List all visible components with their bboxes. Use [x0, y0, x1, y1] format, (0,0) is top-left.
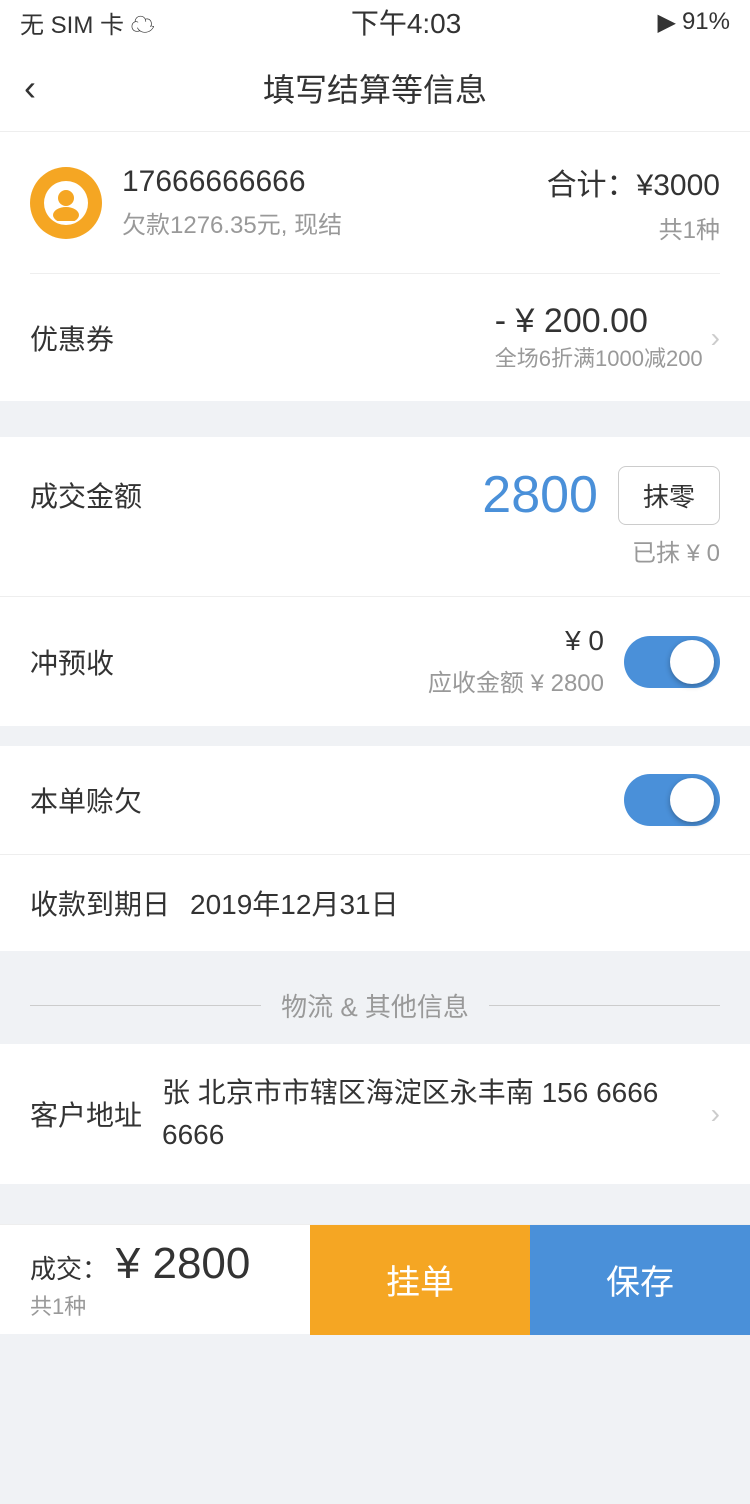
- amount-value: 2800: [482, 465, 598, 525]
- save-button[interactable]: 保存: [530, 1225, 750, 1335]
- prepay-right: ¥ 0 应收金额 ¥ 2800: [428, 625, 720, 698]
- amount-right: 2800 抹零: [482, 465, 720, 525]
- bad-debt-row: 本单赊欠: [0, 746, 750, 854]
- due-date-row: 收款到期日 2019年12月31日: [0, 854, 750, 951]
- prepay-values: ¥ 0 应收金额 ¥ 2800: [428, 625, 604, 698]
- logistics-divider: 物流 & 其他信息: [0, 967, 750, 1044]
- address-chevron-icon: ›: [711, 1098, 720, 1130]
- amount-row: 成交金额 2800 抹零: [30, 465, 720, 525]
- bottom-bar: 成交： ¥ 2800 共1种 挂单 保存: [0, 1224, 750, 1334]
- logistics-line-left: [30, 1005, 261, 1006]
- coupon-row[interactable]: 优惠券 - ¥ 200.00 全场6折满1000减200 ›: [0, 274, 750, 401]
- total-count: 共1种: [547, 210, 720, 245]
- coupon-right: - ¥ 200.00 全场6折满1000减200 ›: [495, 302, 720, 373]
- avatar-icon: [44, 181, 88, 225]
- prepay-row: 冲预收 ¥ 0 应收金额 ¥ 2800: [0, 596, 750, 726]
- bad-debt-label: 本单赊欠: [30, 780, 142, 820]
- customer-info: 17666666666 欠款1276.35元, 现结: [122, 165, 547, 240]
- prepay-toggle[interactable]: [624, 636, 720, 688]
- status-left: 无 SIM 卡 ☁: [20, 5, 155, 40]
- customer-row: 17666666666 欠款1276.35元, 现结 合计：¥3000 共1种: [0, 132, 750, 273]
- amount-label: 成交金额: [30, 475, 142, 515]
- coupon-label: 优惠券: [30, 318, 114, 358]
- bottom-count: 共1种: [30, 1289, 280, 1321]
- hang-order-button[interactable]: 挂单: [310, 1225, 530, 1335]
- total-amount: 合计：¥3000: [547, 160, 720, 204]
- due-date-label: 收款到期日: [30, 883, 170, 923]
- customer-debt: 欠款1276.35元, 现结: [122, 205, 547, 240]
- amount-sub: 已抹 ¥ 0: [30, 533, 720, 568]
- amount-section: 成交金额 2800 抹零 已抹 ¥ 0: [0, 437, 750, 596]
- battery-percent: 91%: [682, 8, 730, 36]
- bad-debt-toggle-knob: [670, 778, 714, 822]
- coupon-discount: - ¥ 200.00: [495, 302, 648, 340]
- bad-debt-toggle[interactable]: [624, 774, 720, 826]
- sim-status: 无 SIM 卡 ☁: [20, 5, 155, 40]
- address-row[interactable]: 客户地址 张 北京市市辖区海淀区永丰南 156 6666 6666 ›: [0, 1044, 750, 1184]
- gray-separator-2: [0, 726, 750, 746]
- bad-debt-card: 本单赊欠 收款到期日 2019年12月31日: [0, 746, 750, 951]
- back-button[interactable]: ‹: [24, 67, 36, 109]
- chevron-right-icon: ›: [711, 322, 720, 354]
- gray-separator-1: [0, 417, 750, 437]
- bottom-amount: ¥ 2800: [116, 1239, 251, 1288]
- customer-total: 合计：¥3000 共1种: [547, 160, 720, 245]
- prepay-amount: ¥ 0: [428, 625, 604, 657]
- avatar: [30, 167, 102, 239]
- logistics-line-right: [489, 1005, 720, 1006]
- status-time: 下午4:03: [351, 2, 462, 42]
- battery-icon: ▶: [657, 8, 675, 37]
- address-label: 客户地址: [30, 1094, 142, 1134]
- bottom-total-label: 成交：: [30, 1254, 108, 1284]
- bottom-info: 成交： ¥ 2800 共1种: [0, 1239, 310, 1321]
- page-title: 填写结算等信息: [263, 65, 487, 111]
- header: ‹ 填写结算等信息: [0, 44, 750, 132]
- logistics-text: 物流 & 其他信息: [281, 987, 469, 1024]
- round-off-button[interactable]: 抹零: [618, 466, 720, 525]
- due-date-value: 2019年12月31日: [190, 883, 399, 923]
- customer-card: 17666666666 欠款1276.35元, 现结 合计：¥3000 共1种 …: [0, 132, 750, 401]
- status-bar: 无 SIM 卡 ☁ 下午4:03 ▶ 91%: [0, 0, 750, 44]
- customer-phone: 17666666666: [122, 165, 547, 199]
- status-right: ▶ 91%: [657, 8, 730, 37]
- coupon-detail: 全场6折满1000减200: [495, 341, 703, 373]
- toggle-knob: [670, 640, 714, 684]
- prepay-label: 冲预收: [30, 642, 114, 682]
- address-value: 张 北京市市辖区海淀区永丰南 156 6666 6666: [162, 1072, 703, 1156]
- prepay-receivable: 应收金额 ¥ 2800: [428, 663, 604, 698]
